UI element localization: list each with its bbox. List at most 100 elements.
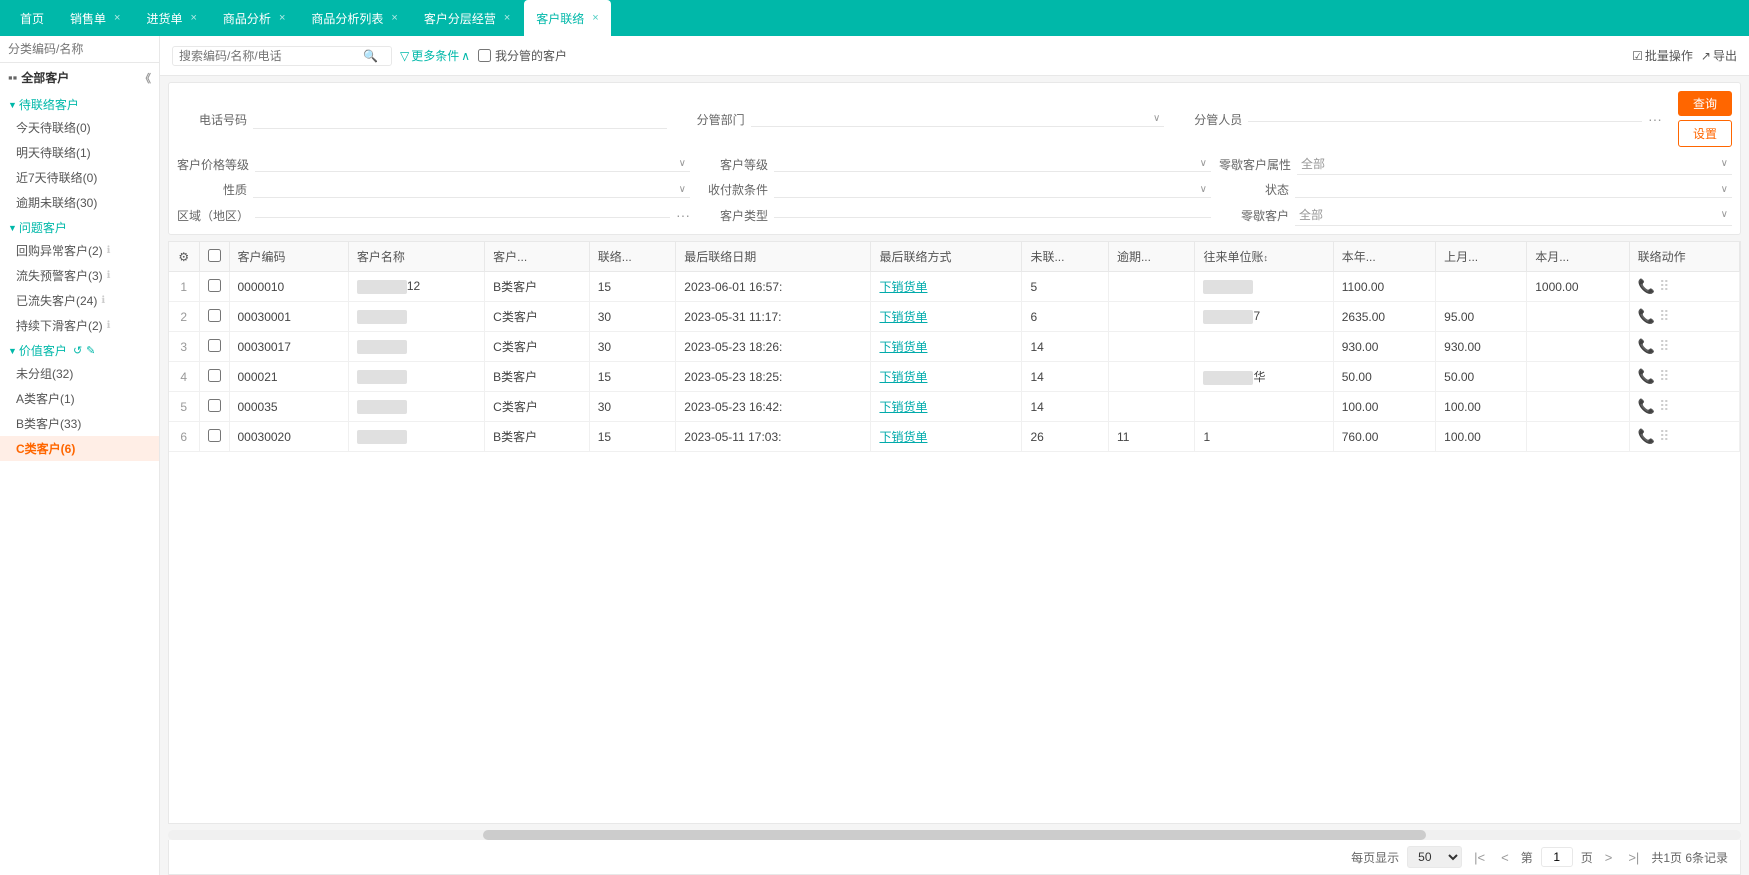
- nav-sales-close[interactable]: ×: [114, 12, 120, 24]
- page-input[interactable]: [1541, 847, 1573, 867]
- phone-input[interactable]: [253, 110, 667, 129]
- th-settings[interactable]: ⚙: [169, 242, 199, 272]
- last-method-link-4[interactable]: 下销货单: [879, 400, 927, 414]
- last-method-link-1[interactable]: 下销货单: [879, 310, 927, 324]
- sidebar-item-7days[interactable]: 近7天待联络(0): [0, 165, 159, 190]
- nav-sales[interactable]: 销售单 ×: [58, 0, 132, 36]
- scrollbar-thumb[interactable]: [483, 830, 1427, 840]
- action-more-icon-1[interactable]: ⠿: [1659, 308, 1669, 325]
- action-phone-icon-0[interactable]: 📞: [1638, 278, 1655, 295]
- nav-analysis-list[interactable]: 商品分析列表 ×: [299, 0, 409, 36]
- td-row-no-5: 6: [169, 422, 199, 452]
- td-checkbox-0: [199, 272, 229, 302]
- sidebar-item-a-class[interactable]: A类客户(1): [0, 386, 159, 411]
- row-checkbox-0[interactable]: [208, 279, 221, 292]
- blurred-account-1: [1203, 310, 1253, 324]
- row-checkbox-3[interactable]: [208, 369, 221, 382]
- sidebar-item-warning[interactable]: 流失预警客户(3) ℹ: [0, 263, 159, 288]
- td-action-4: 📞 ⠿: [1629, 392, 1739, 422]
- row-checkbox-5[interactable]: [208, 429, 221, 442]
- sidebar-all-customers[interactable]: ▪▪ 全部客户 《: [0, 63, 159, 92]
- action-more-icon-2[interactable]: ⠿: [1659, 338, 1669, 355]
- row-checkbox-2[interactable]: [208, 339, 221, 352]
- my-customers-checkbox[interactable]: [478, 49, 491, 62]
- row-checkbox-1[interactable]: [208, 309, 221, 322]
- sidebar-item-unclassified[interactable]: 未分组(32): [0, 361, 159, 386]
- nav-home[interactable]: 首页: [8, 0, 56, 36]
- dept-select[interactable]: ∨: [751, 111, 1165, 127]
- action-phone-icon-4[interactable]: 📞: [1638, 398, 1655, 415]
- export-btn[interactable]: ↗ 导出: [1701, 47, 1737, 64]
- nav-analysis-list-close[interactable]: ×: [391, 12, 397, 24]
- filter-search-input[interactable]: [179, 49, 359, 63]
- action-phone-icon-2[interactable]: 📞: [1638, 338, 1655, 355]
- td-action-3: 📞 ⠿: [1629, 362, 1739, 392]
- nav-customer-contact-close[interactable]: ×: [592, 12, 598, 24]
- customer-type-select[interactable]: [774, 213, 1211, 218]
- td-type-4: C类客户: [485, 392, 590, 422]
- action-more-icon-0[interactable]: ⠿: [1659, 278, 1669, 295]
- th-code: 客户编码: [229, 242, 348, 272]
- sidebar-item-churned[interactable]: 已流失客户(24) ℹ: [0, 288, 159, 313]
- main-layout: 🔍 ▪▪ 全部客户 《 ▼ 待联络客户 今天待联络(0) 明天待联络(1) 近7…: [0, 36, 1749, 875]
- nav-customer-contact[interactable]: 客户联络 ×: [524, 0, 610, 36]
- customer-level-select[interactable]: ∨: [774, 156, 1211, 172]
- horizontal-scrollbar[interactable]: [168, 830, 1741, 840]
- manager-select[interactable]: [1248, 117, 1642, 122]
- nav-analysis-close[interactable]: ×: [279, 12, 285, 24]
- sidebar-item-today[interactable]: 今天待联络(0): [0, 115, 159, 140]
- settings-gear-icon[interactable]: ⚙: [178, 250, 189, 264]
- td-no-contact-3: 14: [1022, 362, 1109, 392]
- action-more-icon-4[interactable]: ⠿: [1659, 398, 1669, 415]
- last-method-link-2[interactable]: 下销货单: [879, 340, 927, 354]
- manager-field: 分管人员 ···: [1172, 111, 1662, 128]
- gender-select[interactable]: ∨: [253, 182, 690, 198]
- query-btn[interactable]: 查询: [1678, 91, 1732, 116]
- settings-btn[interactable]: 设置: [1678, 120, 1732, 147]
- retail-attr-select[interactable]: 全部 ∨: [1297, 153, 1732, 175]
- nav-customer-tier-close[interactable]: ×: [504, 12, 510, 24]
- action-more-icon-5[interactable]: ⠿: [1659, 428, 1669, 445]
- payment-select[interactable]: ∨: [774, 182, 1211, 198]
- last-method-link-3[interactable]: 下销货单: [879, 370, 927, 384]
- nav-purchase[interactable]: 进货单 ×: [134, 0, 208, 36]
- region-dots[interactable]: ···: [676, 207, 690, 223]
- td-contact-5: 15: [589, 422, 676, 452]
- action-phone-icon-3[interactable]: 📞: [1638, 368, 1655, 385]
- row-checkbox-4[interactable]: [208, 399, 221, 412]
- customer-grade-select[interactable]: ∨: [255, 156, 690, 172]
- action-more-icon-3[interactable]: ⠿: [1659, 368, 1669, 385]
- per-page-select[interactable]: 50 100: [1407, 846, 1462, 868]
- filter-more-btn[interactable]: ▽ 更多条件 ∧: [400, 47, 470, 64]
- region-select[interactable]: [255, 213, 670, 218]
- nav-customer-tier[interactable]: 客户分层经营 ×: [412, 0, 522, 36]
- first-page-btn[interactable]: |<: [1470, 848, 1489, 867]
- value-refresh-icon[interactable]: ↺: [73, 344, 82, 357]
- nav-purchase-close[interactable]: ×: [190, 12, 196, 24]
- select-all-checkbox[interactable]: [208, 249, 221, 262]
- sidebar-item-tomorrow[interactable]: 明天待联络(1): [0, 140, 159, 165]
- sidebar-item-b-class[interactable]: B类客户(33): [0, 411, 159, 436]
- sidebar-item-c-class[interactable]: C类客户(6): [0, 436, 159, 461]
- sidebar-search-input[interactable]: [8, 42, 160, 56]
- next-page-btn[interactable]: >: [1601, 848, 1617, 867]
- last-page-btn[interactable]: >|: [1624, 848, 1643, 867]
- sidebar-item-declining[interactable]: 持续下滑客户(2) ℹ: [0, 313, 159, 338]
- last-method-link-5[interactable]: 下销货单: [879, 430, 927, 444]
- filter-search-icon[interactable]: 🔍: [363, 49, 378, 63]
- last-method-link-0[interactable]: 下销货单: [879, 280, 927, 294]
- td-type-1: C类客户: [485, 302, 590, 332]
- status-select[interactable]: ∨: [1295, 182, 1732, 198]
- value-edit-icon[interactable]: ✎: [86, 344, 95, 357]
- action-phone-icon-5[interactable]: 📞: [1638, 428, 1655, 445]
- sidebar-collapse-btn[interactable]: 《: [140, 70, 151, 86]
- prev-page-btn[interactable]: <: [1497, 848, 1513, 867]
- batch-btn[interactable]: ☑ 批量操作: [1632, 47, 1693, 64]
- nav-analysis[interactable]: 商品分析 ×: [211, 0, 297, 36]
- td-account-1: 7: [1195, 302, 1333, 332]
- sidebar-item-abnormal[interactable]: 回购异常客户(2) ℹ: [0, 238, 159, 263]
- action-phone-icon-1[interactable]: 📞: [1638, 308, 1655, 325]
- manager-dots[interactable]: ···: [1648, 111, 1662, 127]
- retail-customer-select[interactable]: 全部 ∨: [1295, 204, 1732, 226]
- sidebar-item-overdue[interactable]: 逾期未联络(30): [0, 190, 159, 215]
